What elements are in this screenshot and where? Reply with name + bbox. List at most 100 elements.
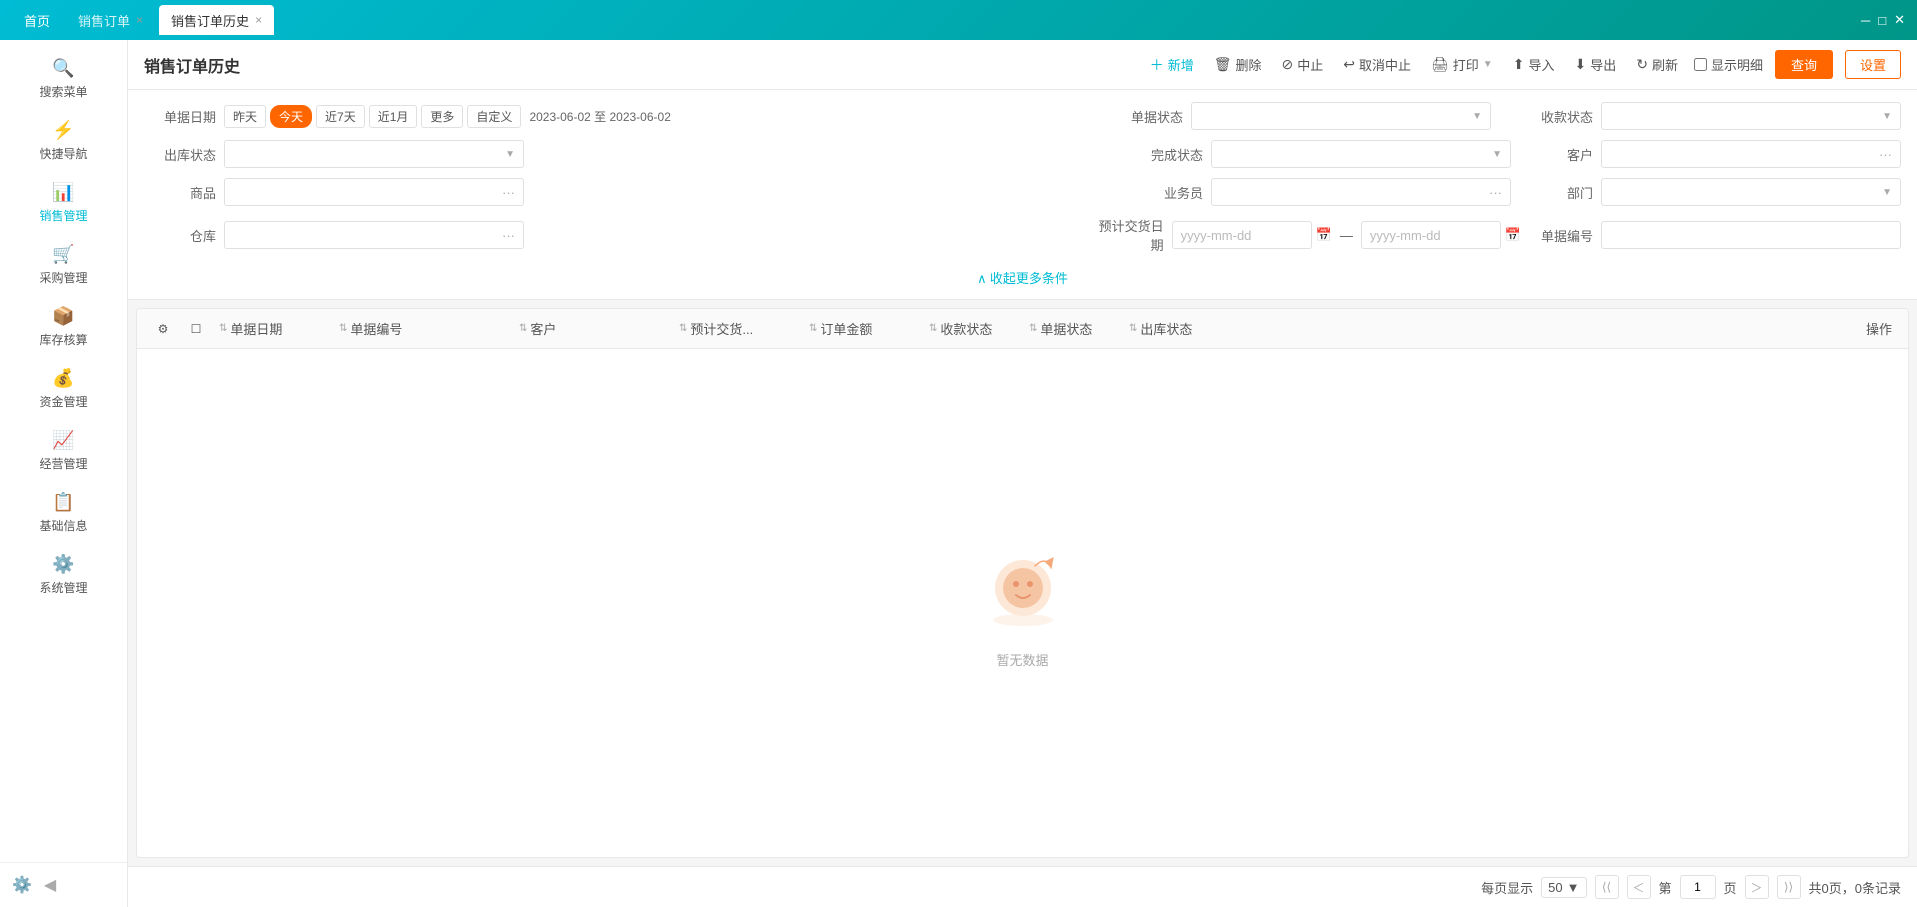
- cancel-stop-button[interactable]: ↩ 取消中止: [1339, 53, 1415, 76]
- delivery-date-end[interactable]: yyyy-mm-dd: [1361, 221, 1501, 249]
- inventory-icon: 📦: [52, 306, 74, 327]
- stop-button[interactable]: ⊘ 中止: [1278, 53, 1328, 76]
- delivery-date-start[interactable]: yyyy-mm-dd: [1172, 221, 1312, 249]
- refresh-button[interactable]: ↻ 刷新: [1632, 53, 1682, 76]
- window-maximize-icon[interactable]: □: [1878, 13, 1886, 28]
- export-button[interactable]: ⬇ 导出: [1570, 53, 1620, 76]
- new-button[interactable]: ＋ 新增: [1146, 53, 1198, 77]
- th-code[interactable]: ⇅ 单据编号: [331, 319, 511, 338]
- delete-button[interactable]: 🗑 删除: [1210, 53, 1266, 76]
- collapse-bar[interactable]: ∧ 收起更多条件: [144, 264, 1901, 287]
- sidebar-item-purchase-mgmt[interactable]: 🛒 采购管理: [0, 234, 127, 296]
- top-bar-actions: ─ □ ✕: [1861, 12, 1905, 28]
- print-dropdown-icon[interactable]: ▼: [1483, 59, 1493, 70]
- th-checkbox[interactable]: ☐: [181, 322, 211, 336]
- display-detail-checkbox[interactable]: [1694, 58, 1707, 71]
- page-number-input[interactable]: [1680, 875, 1716, 899]
- page-prev-button[interactable]: ＜: [1627, 875, 1651, 899]
- sidebar-item-search-menu[interactable]: 🔍 搜索菜单: [0, 48, 127, 110]
- th-amount[interactable]: ⇅ 订单金额: [801, 319, 921, 338]
- pagination-bar: 每页显示 50 ▼ ⟨⟨ ＜ 第 页 ＞ ⟩⟩ 共0页，0条记录: [128, 866, 1917, 907]
- display-detail-label: 显示明细: [1711, 55, 1763, 74]
- display-detail-toggle[interactable]: 显示明细: [1694, 55, 1763, 74]
- sidebar-item-sys-mgmt[interactable]: ⚙️ 系统管理: [0, 544, 127, 606]
- sidebar-item-base-info[interactable]: 📋 基础信息: [0, 482, 127, 544]
- th-delivery[interactable]: ⇅ 预计交货...: [671, 319, 801, 338]
- window-minimize-icon[interactable]: ─: [1861, 13, 1870, 28]
- filter-row-warehouse: 仓库 ··· 预计交货日期 yyyy-mm-dd 📅 — yyyy-mm-dd …: [144, 216, 1901, 254]
- sidebar-collapse-icon[interactable]: ◀: [44, 875, 56, 895]
- bill-status-select[interactable]: ▼: [1191, 102, 1491, 130]
- operations-icon: 📈: [52, 430, 74, 451]
- th-settings[interactable]: ⚙: [145, 322, 181, 336]
- page-label: 第: [1659, 878, 1672, 897]
- th-date[interactable]: ⇅ 单据日期: [211, 319, 331, 338]
- th-customer-sort-icon: ⇅: [519, 323, 527, 334]
- import-icon: ⬆: [1513, 56, 1525, 73]
- page-size-arrow: ▼: [1567, 880, 1580, 895]
- sidebar-item-sales-mgmt[interactable]: 📊 销售管理: [0, 172, 127, 234]
- bill-code-label: 单据编号: [1541, 226, 1601, 245]
- receipt-status-label: 收款状态: [1531, 107, 1601, 126]
- window-close-icon[interactable]: ✕: [1894, 12, 1905, 28]
- tab-sales-order-close[interactable]: ×: [136, 13, 143, 27]
- dept-select[interactable]: ▼: [1601, 178, 1901, 206]
- th-amount-label: 订单金额: [820, 319, 872, 338]
- print-button[interactable]: 🖨 打印 ▼: [1427, 53, 1497, 76]
- sidebar-item-quick-nav[interactable]: ⚡ 快捷导航: [0, 110, 127, 172]
- sidebar-item-operations-label: 经营管理: [39, 455, 87, 472]
- delivery-end-cal-icon[interactable]: 📅: [1505, 227, 1521, 243]
- page-last-button[interactable]: ⟩⟩: [1777, 875, 1801, 899]
- bill-code-input[interactable]: [1601, 221, 1901, 249]
- bill-status-arrow: ▼: [1472, 111, 1482, 122]
- complete-status-arrow: ▼: [1492, 149, 1502, 160]
- date-btn-custom[interactable]: 自定义: [467, 105, 521, 128]
- tab-sales-order-history-close[interactable]: ×: [255, 13, 262, 27]
- export-icon: ⬇: [1574, 56, 1586, 73]
- th-out-status[interactable]: ⇅ 出库状态: [1121, 319, 1221, 338]
- date-btn-today[interactable]: 今天: [270, 105, 312, 128]
- out-status-arrow: ▼: [505, 149, 515, 160]
- page-first-button[interactable]: ⟨⟨: [1595, 875, 1619, 899]
- import-button[interactable]: ⬆ 导入: [1509, 53, 1559, 76]
- delete-icon: 🗑: [1214, 56, 1232, 73]
- sidebar-settings-icon[interactable]: ⚙️: [12, 875, 32, 895]
- setting-button[interactable]: 设置: [1845, 50, 1901, 79]
- page-next-button[interactable]: ＞: [1745, 875, 1769, 899]
- th-customer[interactable]: ⇅ 客户: [511, 319, 671, 338]
- sidebar-item-inventory[interactable]: 📦 库存核算: [0, 296, 127, 358]
- query-button[interactable]: 查询: [1775, 50, 1833, 79]
- sidebar-item-finance[interactable]: 💰 资金管理: [0, 358, 127, 420]
- collapse-icon: ∧: [977, 271, 987, 286]
- tab-sales-order-history[interactable]: 销售订单历史 ×: [159, 5, 274, 35]
- warehouse-input[interactable]: ···: [224, 221, 524, 249]
- delivery-start-cal-icon[interactable]: 📅: [1316, 227, 1332, 243]
- stop-icon: ⊘: [1282, 56, 1294, 73]
- date-btn-more[interactable]: 更多: [421, 105, 463, 128]
- tab-home[interactable]: 首页: [12, 5, 62, 35]
- tab-sales-order[interactable]: 销售订单 ×: [66, 5, 155, 35]
- th-delivery-label: 预计交货...: [690, 319, 753, 338]
- sidebar-bottom: ⚙️ ◀: [0, 862, 127, 907]
- receipt-status-select[interactable]: ▼: [1601, 102, 1901, 130]
- th-receipt-label: 收款状态: [940, 319, 992, 338]
- table-header: ⚙ ☐ ⇅ 单据日期 ⇅ 单据编号 ⇅ 客户 ⇅ 预计交货...: [137, 309, 1908, 349]
- th-receipt-sort-icon: ⇅: [929, 323, 937, 334]
- sidebar-item-operations[interactable]: 📈 经营管理: [0, 420, 127, 482]
- th-receipt-status[interactable]: ⇅ 收款状态: [921, 319, 1021, 338]
- goods-input[interactable]: ···: [224, 178, 524, 206]
- top-bar: 首页 销售订单 × 销售订单历史 × ─ □ ✕: [0, 0, 1917, 40]
- customer-input[interactable]: ···: [1601, 140, 1901, 168]
- salesperson-label: 业务员: [1141, 183, 1211, 202]
- date-btn-1month[interactable]: 近1月: [369, 105, 418, 128]
- date-btn-7days[interactable]: 近7天: [316, 105, 365, 128]
- page-size-select[interactable]: 50 ▼: [1541, 877, 1586, 898]
- sidebar-item-sales-mgmt-label: 销售管理: [39, 207, 87, 224]
- collapse-label: 收起更多条件: [990, 271, 1068, 286]
- complete-status-select[interactable]: ▼: [1211, 140, 1511, 168]
- out-status-select[interactable]: ▼: [224, 140, 524, 168]
- salesperson-input[interactable]: ···: [1211, 178, 1511, 206]
- th-bill-status[interactable]: ⇅ 单据状态: [1021, 319, 1121, 338]
- stop-label: 中止: [1297, 55, 1323, 74]
- date-btn-yesterday[interactable]: 昨天: [224, 105, 266, 128]
